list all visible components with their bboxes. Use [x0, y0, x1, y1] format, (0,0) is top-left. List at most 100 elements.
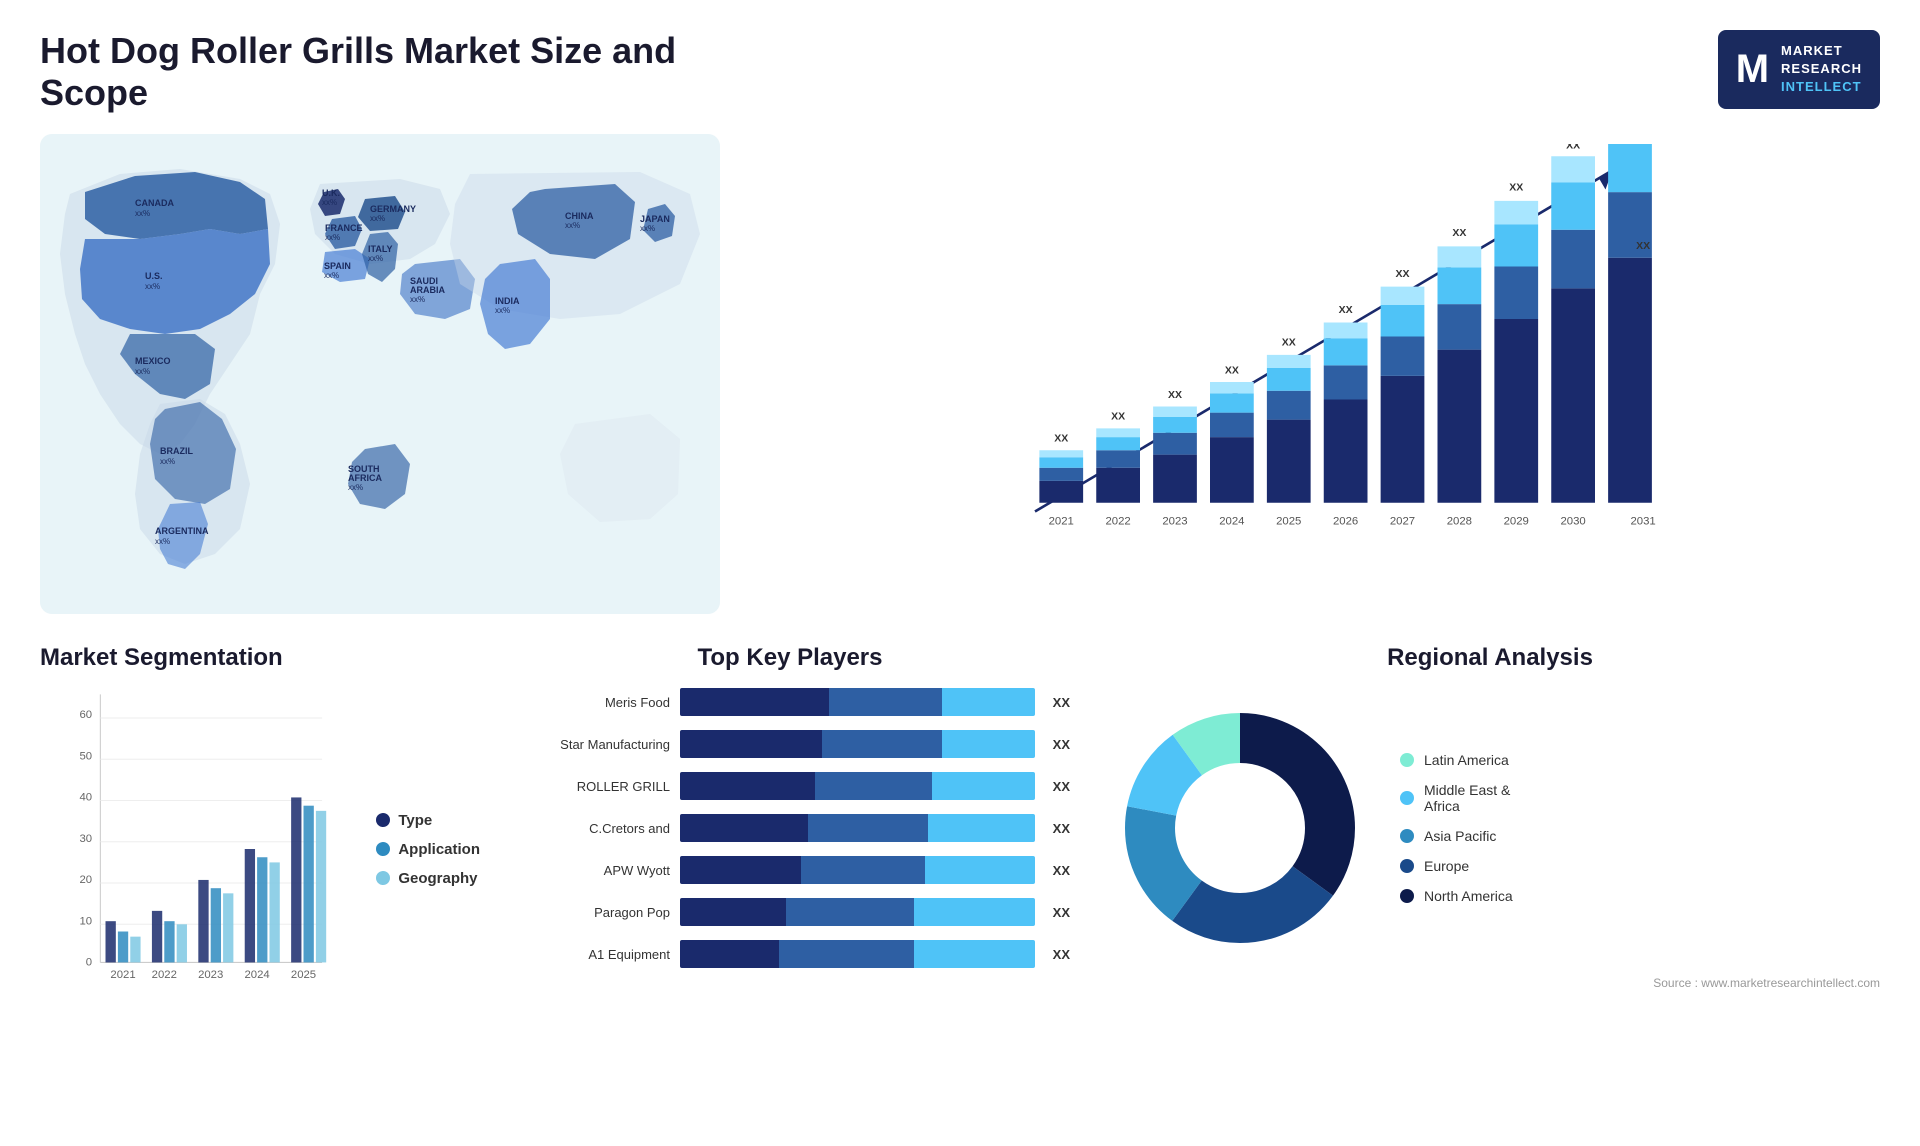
svg-text:ITALY: ITALY: [368, 244, 393, 254]
svg-text:2026: 2026: [1333, 516, 1358, 528]
bar-seg1: [680, 772, 815, 800]
player-bar: [680, 898, 1035, 926]
bar-seg2: [779, 940, 914, 968]
player-bar-wrap: [680, 772, 1035, 800]
bar-seg2: [815, 772, 932, 800]
player-val: XX: [1053, 821, 1070, 836]
legend-dot-type: [376, 813, 390, 827]
bar-seg2: [801, 856, 925, 884]
svg-text:xx%: xx%: [410, 295, 425, 304]
svg-text:2031: 2031: [1630, 516, 1655, 528]
svg-text:2027: 2027: [1390, 516, 1415, 528]
segmentation-legend: Type Application Geography: [366, 684, 480, 1014]
svg-text:XX: XX: [1339, 304, 1353, 316]
player-val: XX: [1053, 695, 1070, 710]
svg-text:MEXICO: MEXICO: [135, 356, 171, 366]
legend-asia-pacific: Asia Pacific: [1400, 828, 1513, 844]
reg-dot-na: [1400, 889, 1414, 903]
player-row: APW Wyott XX: [510, 856, 1070, 884]
player-val: XX: [1053, 947, 1070, 962]
svg-text:xx%: xx%: [324, 271, 339, 280]
top-section: CANADA xx% U.S. xx% MEXICO xx% BRAZIL xx…: [40, 134, 1880, 614]
svg-text:xx%: xx%: [135, 209, 150, 218]
svg-text:xx%: xx%: [495, 306, 510, 315]
svg-text:60: 60: [79, 709, 92, 721]
bar-seg1: [680, 814, 808, 842]
legend-application: Application: [376, 841, 480, 858]
reg-dot-europe: [1400, 859, 1414, 873]
svg-text:2030: 2030: [1560, 516, 1585, 528]
legend-type: Type: [376, 812, 480, 829]
svg-text:U.K.: U.K.: [322, 188, 340, 198]
svg-text:2024: 2024: [1219, 516, 1244, 528]
bar-seg3: [932, 772, 1035, 800]
svg-text:XX: XX: [1395, 268, 1409, 280]
svg-text:SPAIN: SPAIN: [324, 261, 351, 271]
bottom-section: Market Segmentation 0 10 20 30 40 50 60: [40, 644, 1880, 1044]
player-bar: [680, 814, 1035, 842]
regional-title: Regional Analysis: [1100, 644, 1880, 672]
reg-label-me: Middle East &Africa: [1424, 782, 1510, 814]
market-segmentation: Market Segmentation 0 10 20 30 40 50 60: [40, 644, 480, 1044]
player-bar: [680, 940, 1035, 968]
bar-seg3: [928, 814, 1034, 842]
regional-analysis: Regional Analysis: [1100, 644, 1880, 1044]
svg-text:xx%: xx%: [135, 367, 150, 376]
top-players: Top Key Players Meris Food XX Star Manuf…: [510, 644, 1070, 1044]
svg-text:20: 20: [79, 874, 92, 886]
legend-north-america: North America: [1400, 888, 1513, 904]
logo-text: MARKET RESEARCH INTELLECT: [1781, 42, 1862, 97]
svg-text:ARGENTINA: ARGENTINA: [155, 526, 209, 536]
svg-text:2024: 2024: [245, 969, 270, 981]
svg-text:XX: XX: [1509, 181, 1523, 193]
reg-label-na: North America: [1424, 888, 1513, 904]
player-row: Paragon Pop XX: [510, 898, 1070, 926]
bar-seg3: [914, 940, 1035, 968]
bar-seg1: [680, 856, 801, 884]
source-text: Source : www.marketresearchintellect.com: [1100, 976, 1880, 990]
svg-text:2029: 2029: [1504, 516, 1529, 528]
bar-seg1: [680, 688, 829, 716]
regional-legend: Latin America Middle East &Africa Asia P…: [1400, 752, 1513, 904]
legend-dot-application: [376, 842, 390, 856]
player-bar-wrap: [680, 898, 1035, 926]
player-name: APW Wyott: [510, 863, 670, 878]
svg-text:xx%: xx%: [565, 221, 580, 230]
player-name: ROLLER GRILL: [510, 779, 670, 794]
svg-text:2022: 2022: [1105, 516, 1130, 528]
forecast-chart: XX 2021 XX 2022 XX 2023 XX 2024: [750, 134, 1880, 614]
bar-seg3: [914, 898, 1035, 926]
logo: M MARKET RESEARCH INTELLECT: [1718, 30, 1880, 109]
bar-seg2: [808, 814, 929, 842]
svg-text:2023: 2023: [198, 969, 223, 981]
svg-text:XX: XX: [1282, 336, 1296, 348]
svg-text:50: 50: [79, 750, 92, 762]
segmentation-chart: 0 10 20 30 40 50 60: [40, 684, 346, 1014]
reg-label-europe: Europe: [1424, 858, 1469, 874]
player-bar-wrap: [680, 940, 1035, 968]
player-bar: [680, 856, 1035, 884]
player-bar: [680, 688, 1035, 716]
player-bar-wrap: [680, 856, 1035, 884]
donut-chart: [1100, 688, 1380, 968]
player-name: Paragon Pop: [510, 905, 670, 920]
svg-text:INDIA: INDIA: [495, 296, 520, 306]
svg-text:0: 0: [86, 957, 92, 969]
svg-text:xx%: xx%: [325, 233, 340, 242]
page-header: Hot Dog Roller Grills Market Size and Sc…: [40, 30, 1880, 114]
svg-text:10: 10: [79, 915, 92, 927]
logo-letter: M: [1736, 49, 1769, 89]
svg-text:xx%: xx%: [348, 483, 363, 492]
bar-seg3: [925, 856, 1035, 884]
player-bar: [680, 772, 1035, 800]
legend-geography: Geography: [376, 870, 480, 887]
legend-middle-east: Middle East &Africa: [1400, 782, 1513, 814]
player-bar-wrap: [680, 730, 1035, 758]
svg-text:2028: 2028: [1447, 516, 1472, 528]
bar-seg3: [942, 730, 1034, 758]
svg-text:xx%: xx%: [368, 254, 383, 263]
svg-text:40: 40: [79, 792, 92, 804]
bar-seg1: [680, 898, 786, 926]
player-row: Meris Food XX: [510, 688, 1070, 716]
player-val: XX: [1053, 905, 1070, 920]
